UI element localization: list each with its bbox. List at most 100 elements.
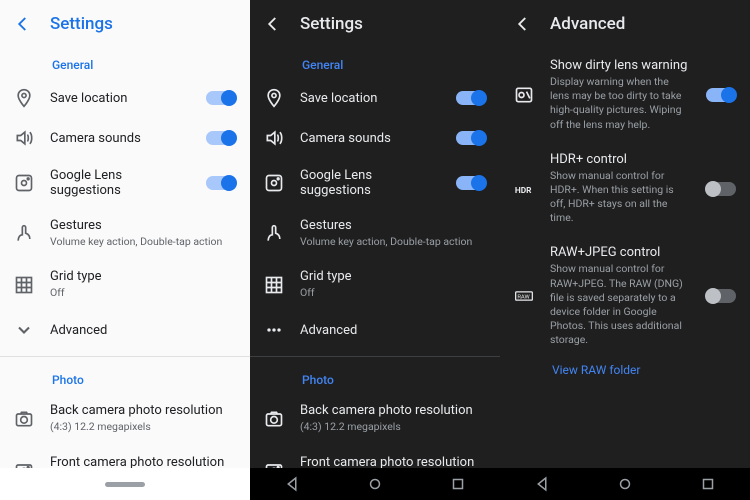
setting-subtitle: Off	[300, 286, 486, 300]
back-button[interactable]	[14, 15, 32, 33]
camera-back-icon	[264, 409, 284, 429]
setting-label: Grid type	[50, 269, 236, 284]
section-header: General	[0, 48, 250, 78]
setting-label: Save location	[300, 91, 440, 106]
setting-label: Gestures	[300, 218, 486, 233]
section-header: Photo	[250, 363, 500, 393]
navrecent-button[interactable]	[449, 475, 467, 493]
setting-row-lens[interactable]: Google Lens suggestions	[0, 158, 250, 208]
navhome-button[interactable]	[616, 475, 634, 493]
setting-row-camera-back[interactable]: Back camera photo resolution(4:3) 12.2 m…	[0, 393, 250, 444]
setting-text: Show dirty lens warningDisplay warning w…	[550, 58, 690, 132]
setting-row-expand[interactable]: Advanced	[0, 310, 250, 350]
toggle-switch[interactable]	[206, 131, 236, 145]
divider	[0, 356, 250, 357]
settings-panel: SettingsGeneralSave locationCamera sound…	[250, 0, 500, 500]
setting-subtitle: Show manual control for RAW+JPEG. The RA…	[550, 262, 690, 347]
setting-row-sound[interactable]: Camera sounds	[250, 118, 500, 158]
content: GeneralSave locationCamera soundsGoogle …	[250, 48, 500, 500]
toggle-switch[interactable]	[456, 176, 486, 190]
setting-row-more[interactable]: Advanced	[250, 310, 500, 350]
camera-back-icon	[14, 409, 34, 429]
setting-label: Back camera photo resolution	[300, 403, 486, 418]
setting-text: Back camera photo resolution(4:3) 12.2 m…	[300, 403, 486, 434]
toggle-switch[interactable]	[706, 182, 736, 196]
back-button[interactable]	[264, 15, 282, 33]
setting-text: Save location	[300, 91, 440, 106]
setting-text: Google Lens suggestions	[300, 168, 440, 198]
setting-row-gesture[interactable]: GesturesVolume key action, Double-tap ac…	[0, 208, 250, 259]
setting-row-grid[interactable]: Grid type Off	[0, 259, 250, 310]
location-icon	[14, 88, 34, 108]
setting-text: Grid type Off	[300, 269, 486, 300]
setting-label: Show dirty lens warning	[550, 58, 690, 73]
nav-bar	[500, 468, 750, 500]
setting-text: Camera sounds	[50, 131, 190, 146]
link-view-raw[interactable]: View RAW folder	[500, 357, 750, 383]
setting-subtitle: Off	[50, 286, 236, 300]
setting-subtitle: Volume key action, Double-tap action	[50, 235, 236, 249]
nav-bar	[0, 468, 250, 500]
setting-subtitle: Volume key action, Double-tap action	[300, 235, 486, 249]
toggle-switch[interactable]	[206, 91, 236, 105]
grid-icon	[14, 275, 34, 295]
page-title: Settings	[50, 14, 113, 34]
setting-row-grid[interactable]: Grid type Off	[250, 259, 500, 310]
setting-label: Camera sounds	[50, 131, 190, 146]
setting-text: HDR+ control Show manual control for HDR+…	[550, 152, 690, 226]
setting-label: Grid type	[300, 269, 486, 284]
setting-row-dirty[interactable]: Show dirty lens warningDisplay warning w…	[500, 48, 750, 142]
back-button[interactable]	[514, 15, 532, 33]
setting-row-location[interactable]: Save location	[250, 78, 500, 118]
toggle-switch[interactable]	[456, 91, 486, 105]
lens-icon	[264, 173, 284, 193]
divider	[250, 356, 500, 357]
setting-row-raw[interactable]: RAW RAW+JPEG control Show manual control f…	[500, 235, 750, 357]
svg-text:RAW: RAW	[517, 295, 530, 301]
setting-row-gesture[interactable]: Gestures Volume key action, Double-tap ac…	[250, 208, 500, 259]
setting-row-lens[interactable]: Google Lens suggestions	[250, 158, 500, 208]
setting-subtitle: (4:3) 12.2 megapixels	[50, 420, 236, 434]
section-header: Photo	[0, 363, 250, 393]
setting-label: Camera sounds	[300, 131, 440, 146]
toggle-switch[interactable]	[706, 88, 736, 102]
header: Settings	[250, 0, 500, 48]
setting-row-location[interactable]: Save location	[0, 78, 250, 118]
header: Settings	[0, 0, 250, 48]
nav-pill[interactable]	[105, 482, 145, 487]
page-title: Advanced	[550, 14, 625, 34]
settings-panel: Advanced Show dirty lens warningDisplay w…	[500, 0, 750, 500]
setting-row-hdr[interactable]: HDR HDR+ control Show manual control for H…	[500, 142, 750, 236]
setting-text: Advanced	[300, 323, 486, 338]
toggle-switch[interactable]	[706, 289, 736, 303]
setting-label: RAW+JPEG control	[550, 245, 690, 260]
setting-text: GesturesVolume key action, Double-tap ac…	[50, 218, 236, 249]
gesture-icon	[14, 224, 34, 244]
raw-icon: RAW	[514, 286, 534, 306]
toggle-switch[interactable]	[206, 176, 236, 190]
setting-label: Advanced	[300, 323, 486, 338]
setting-text: Gestures Volume key action, Double-tap ac…	[300, 218, 486, 249]
hdr-icon: HDR	[514, 179, 534, 199]
setting-text: Google Lens suggestions	[50, 168, 190, 198]
grid-icon	[264, 275, 284, 295]
content: Show dirty lens warningDisplay warning w…	[500, 48, 750, 500]
setting-row-camera-back[interactable]: Back camera photo resolution(4:3) 12.2 m…	[250, 393, 500, 444]
setting-label: HDR+ control	[550, 152, 690, 167]
navrecent-button[interactable]	[699, 475, 717, 493]
setting-text: Camera sounds	[300, 131, 440, 146]
toggle-switch[interactable]	[456, 131, 486, 145]
lens-icon	[14, 173, 34, 193]
navback-button[interactable]	[283, 475, 301, 493]
nav-bar	[250, 468, 500, 500]
setting-row-sound[interactable]: Camera sounds	[0, 118, 250, 158]
setting-text: Grid type Off	[50, 269, 236, 300]
more-icon	[264, 320, 284, 340]
location-icon	[264, 88, 284, 108]
navback-button[interactable]	[533, 475, 551, 493]
setting-text: Back camera photo resolution(4:3) 12.2 m…	[50, 403, 236, 434]
setting-label: Google Lens suggestions	[300, 168, 440, 198]
setting-subtitle: Show manual control for HDR+. When this …	[550, 169, 690, 226]
setting-label: Advanced	[50, 323, 236, 338]
navhome-button[interactable]	[366, 475, 384, 493]
